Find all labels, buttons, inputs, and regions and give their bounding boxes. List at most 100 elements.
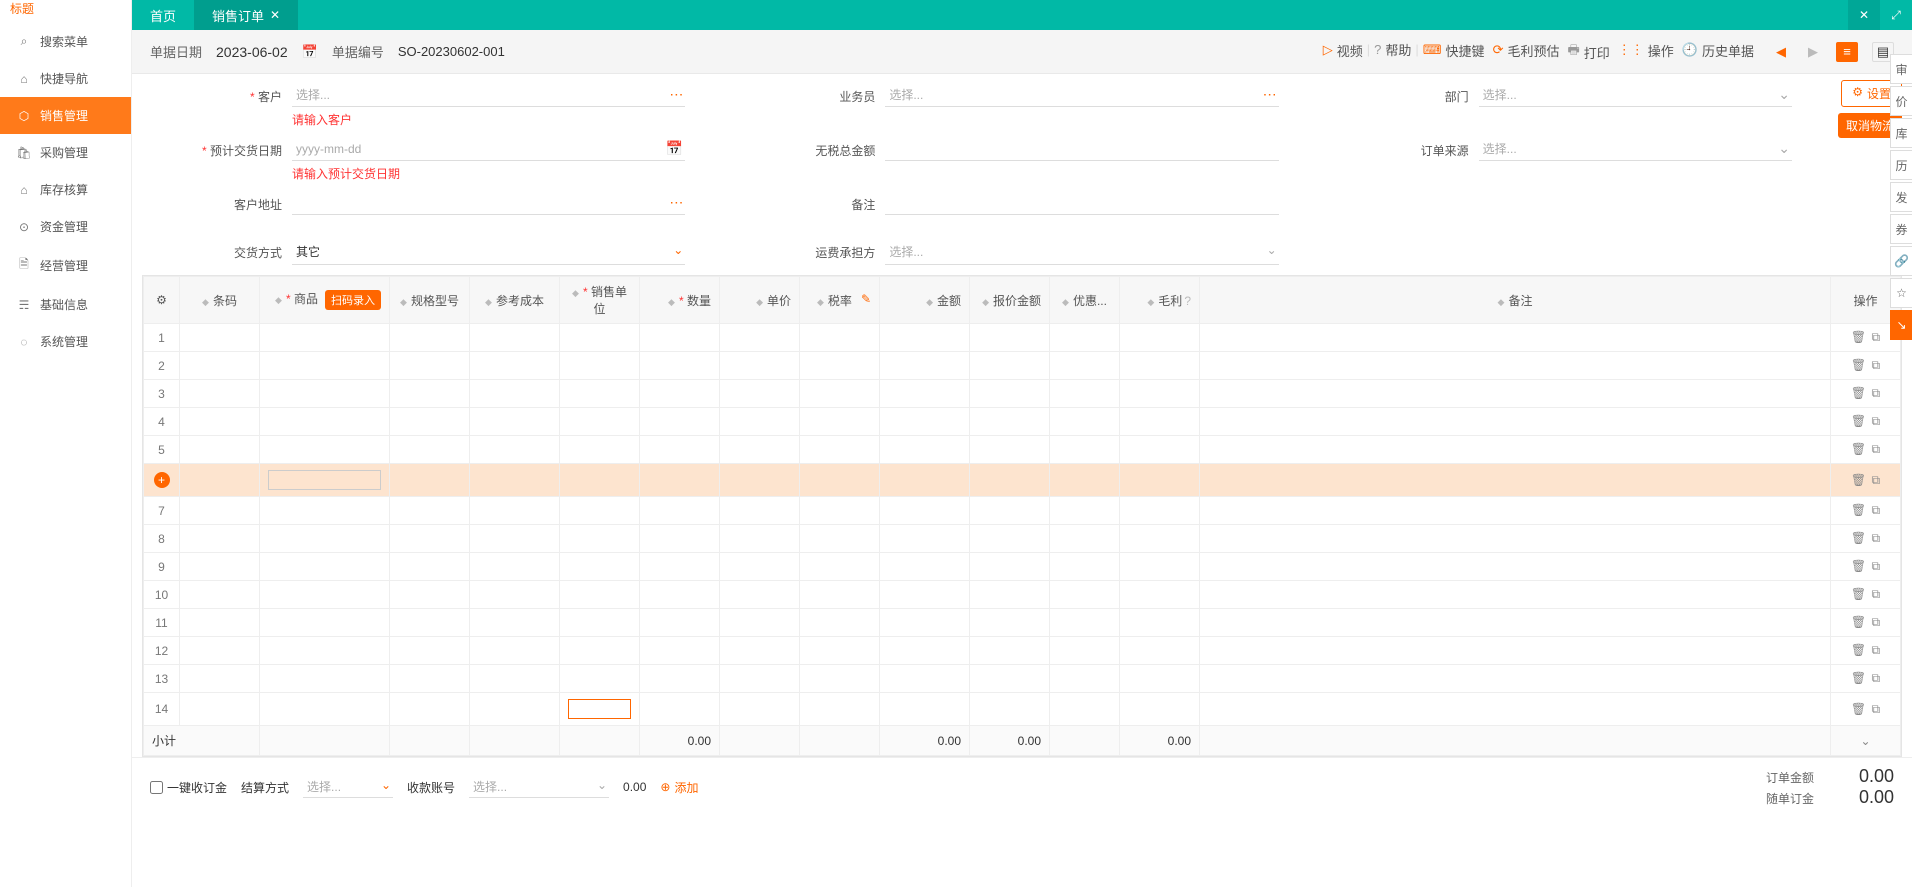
unit-input[interactable] xyxy=(568,699,631,719)
addr-more-icon[interactable]: ⋯ xyxy=(669,194,683,211)
ribbon-item[interactable]: 价 xyxy=(1890,86,1912,116)
table-row[interactable]: 12 🗑 ⧉ xyxy=(144,637,1901,665)
copy-icon[interactable]: ⧉ xyxy=(1871,702,1882,716)
scan-badge[interactable]: 扫码录入 xyxy=(325,290,381,310)
table-row[interactable]: 2 🗑 ⧉ xyxy=(144,352,1901,380)
next-doc[interactable]: ▶ xyxy=(1804,44,1822,60)
delete-icon[interactable]: 🗑 xyxy=(1850,414,1867,428)
customer-input[interactable] xyxy=(292,84,685,107)
delete-icon[interactable]: 🗑 xyxy=(1850,702,1867,716)
th-discount[interactable]: ◆优惠... xyxy=(1050,277,1120,324)
tab-close-all[interactable]: ✕ xyxy=(1848,0,1880,30)
th-settings[interactable]: ⚙ xyxy=(144,277,180,324)
freight-payer-select[interactable]: 选择...⌄ xyxy=(885,239,1278,265)
copy-icon[interactable]: ⧉ xyxy=(1871,643,1882,657)
help-icon[interactable]: ? xyxy=(1184,294,1191,308)
ribbon-item[interactable]: ☆ xyxy=(1890,278,1912,308)
ribbon-item[interactable]: 历 xyxy=(1890,150,1912,180)
tab-sales-order[interactable]: 销售订单✕ xyxy=(194,0,298,30)
calendar-icon[interactable]: 📅 xyxy=(666,140,683,157)
prev-doc[interactable]: ◀ xyxy=(1772,44,1790,60)
table-row[interactable]: + 🗑 ⧉ xyxy=(144,464,1901,497)
calendar-icon[interactable]: 📅 xyxy=(302,44,318,60)
table-row[interactable]: 9 🗑 ⧉ xyxy=(144,553,1901,581)
menu-inventory[interactable]: ⌂库存核算 xyxy=(0,171,131,208)
tab-home[interactable]: 首页 xyxy=(132,0,194,30)
th-spec[interactable]: ◆规格型号 xyxy=(390,277,470,324)
tab-expand[interactable]: ⤢ xyxy=(1880,0,1912,30)
table-row[interactable]: 13 🗑 ⧉ xyxy=(144,665,1901,693)
menu-shortcut[interactable]: ⌂快捷导航 xyxy=(0,60,131,97)
add-button[interactable]: ⊕添加 xyxy=(660,779,698,796)
menu-basic[interactable]: ☴基础信息 xyxy=(0,286,131,323)
th-price[interactable]: ◆单价 xyxy=(720,277,800,324)
table-row[interactable]: 8 🗑 ⧉ xyxy=(144,525,1901,553)
menu-search[interactable]: ⌕搜索菜单 xyxy=(0,23,131,60)
delivery-method-select[interactable]: 其它⌄ xyxy=(292,239,685,265)
order-source-input[interactable] xyxy=(1479,138,1792,161)
table-row[interactable]: 11 🗑 ⧉ xyxy=(144,609,1901,637)
table-row[interactable]: 4 🗑 ⧉ xyxy=(144,408,1901,436)
table-row[interactable]: 10 🗑 ⧉ xyxy=(144,581,1901,609)
ribbon-item[interactable]: ↘ xyxy=(1890,310,1912,340)
copy-icon[interactable]: ⧉ xyxy=(1871,330,1882,344)
copy-icon[interactable]: ⧉ xyxy=(1871,503,1882,517)
delete-icon[interactable]: 🗑 xyxy=(1850,531,1867,545)
table-row[interactable]: 3 🗑 ⧉ xyxy=(144,380,1901,408)
delete-icon[interactable]: 🗑 xyxy=(1850,643,1867,657)
menu-finance[interactable]: ⊙资金管理 xyxy=(0,208,131,245)
delete-icon[interactable]: 🗑 xyxy=(1850,587,1867,601)
ribbon-item[interactable]: 库 xyxy=(1890,118,1912,148)
th-tax[interactable]: ◆税率✎ xyxy=(800,277,880,324)
th-ref-cost[interactable]: ◆参考成本 xyxy=(470,277,560,324)
copy-icon[interactable]: ⧉ xyxy=(1871,442,1882,456)
customer-addr-input[interactable] xyxy=(292,192,685,215)
product-input[interactable] xyxy=(268,470,381,490)
table-row[interactable]: 14 🗑 ⧉ xyxy=(144,693,1901,726)
menu-operation[interactable]: 🗎经营管理 xyxy=(0,245,131,286)
th-qty[interactable]: ◆数量 xyxy=(640,277,720,324)
delete-icon[interactable]: 🗑 xyxy=(1850,330,1867,344)
ribbon-item[interactable]: 审 xyxy=(1890,54,1912,84)
account-select[interactable]: 选择...⌄ xyxy=(469,776,609,798)
menu-sales[interactable]: ⬡销售管理 xyxy=(0,97,131,134)
delete-icon[interactable]: 🗑 xyxy=(1850,442,1867,456)
notax-total-input[interactable] xyxy=(885,138,1278,161)
chevron-down-icon[interactable]: ⌄ xyxy=(1778,140,1790,157)
remark-input[interactable] xyxy=(885,192,1278,215)
th-product[interactable]: ◆商品扫码录入 xyxy=(260,277,390,324)
copy-icon[interactable]: ⧉ xyxy=(1871,559,1882,573)
copy-icon[interactable]: ⧉ xyxy=(1871,615,1882,629)
delete-icon[interactable]: 🗑 xyxy=(1850,671,1867,685)
table-row[interactable]: 5 🗑 ⧉ xyxy=(144,436,1901,464)
action-shortcut[interactable]: ⌨快捷键 xyxy=(1419,41,1489,60)
settlement-select[interactable]: 选择...⌄ xyxy=(303,776,393,798)
action-print[interactable]: 🖶打印 xyxy=(1563,41,1613,63)
customer-more-icon[interactable]: ⋯ xyxy=(669,86,683,103)
menu-purchase[interactable]: 🛍采购管理 xyxy=(0,134,131,171)
collect-deposit-checkbox[interactable]: 一键收订金 xyxy=(150,779,227,796)
th-barcode[interactable]: ◆条码 xyxy=(180,277,260,324)
edit-icon[interactable]: ✎ xyxy=(861,292,871,306)
add-row-icon[interactable]: + xyxy=(154,472,170,488)
action-ops[interactable]: ⋮⋮操作 xyxy=(1614,41,1678,60)
ribbon-item[interactable]: 发 xyxy=(1890,182,1912,212)
copy-icon[interactable]: ⧉ xyxy=(1871,531,1882,545)
delete-icon[interactable]: 🗑 xyxy=(1850,559,1867,573)
action-video[interactable]: ▷视频 xyxy=(1319,41,1367,60)
copy-icon[interactable]: ⧉ xyxy=(1871,473,1882,487)
action-profit-est[interactable]: ⟳毛利预估 xyxy=(1489,41,1564,60)
doc-date-value[interactable]: 2023-06-02 xyxy=(216,44,288,60)
copy-icon[interactable]: ⧉ xyxy=(1871,671,1882,685)
copy-icon[interactable]: ⧉ xyxy=(1871,358,1882,372)
copy-icon[interactable]: ⧉ xyxy=(1871,386,1882,400)
salesman-more-icon[interactable]: ⋯ xyxy=(1263,86,1277,103)
action-help[interactable]: ?帮助 xyxy=(1370,40,1415,59)
salesman-input[interactable] xyxy=(885,84,1278,107)
delete-icon[interactable]: 🗑 xyxy=(1850,615,1867,629)
th-remark[interactable]: ◆备注 xyxy=(1200,277,1831,324)
delivery-date-input[interactable] xyxy=(292,138,685,161)
menu-system[interactable]: ◌系统管理 xyxy=(0,323,131,360)
th-quote[interactable]: ◆报价金额 xyxy=(970,277,1050,324)
ribbon-item[interactable]: 券 xyxy=(1890,214,1912,244)
